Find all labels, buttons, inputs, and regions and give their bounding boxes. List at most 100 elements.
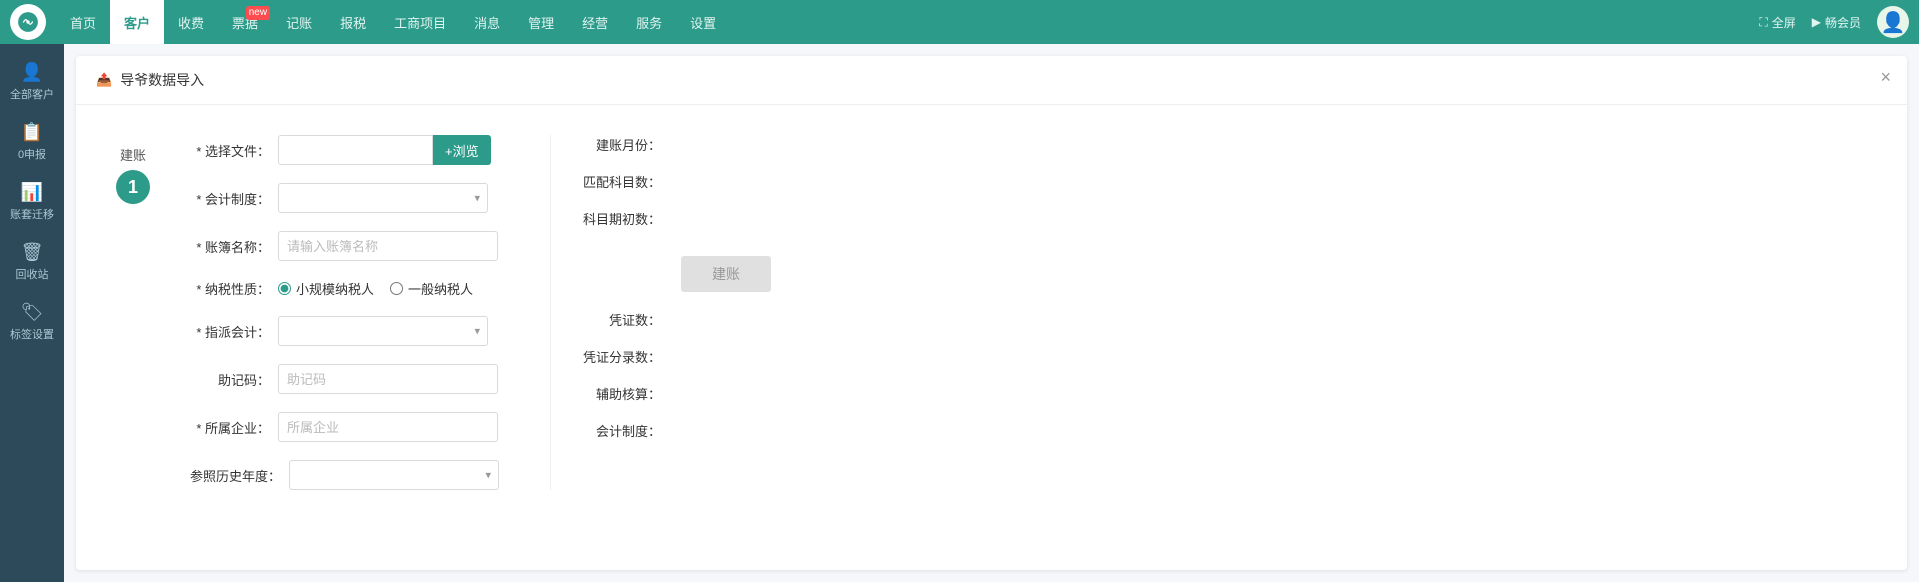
form-col-left: * 选择文件： +浏览 * 会计制度： (190, 135, 530, 490)
browse-button[interactable]: +浏览 (433, 135, 491, 165)
sidebar-item-label: 回收站 (16, 266, 49, 282)
sidebar-item-recycle[interactable]: 🗑 回收站 (0, 232, 64, 292)
dialog-header: 📤 导爷数据导入 (76, 56, 1907, 105)
accounting-system2-row: 会计制度： (571, 421, 771, 440)
assign-accountant-label: * 指派会计： (190, 322, 270, 341)
nav-services[interactable]: 服务 (622, 0, 676, 44)
tax-small-radio[interactable] (278, 282, 291, 295)
fullscreen-button[interactable]: ⛶ 全屏 (1759, 14, 1795, 31)
form-area: 建账 1 * 选择文件： +浏览 * 会计制度： (76, 105, 1907, 520)
assign-accountant-row: * 指派会计： (190, 316, 530, 346)
accounting-system-row: * 会计制度： (190, 183, 530, 213)
ref-history-row: 参照历史年度： (190, 460, 530, 490)
assistant-code-row: 助记码： (190, 364, 530, 394)
member-button[interactable]: ▶ 畅会员 (1812, 14, 1861, 31)
file-input-group: +浏览 (278, 135, 491, 165)
col-divider (550, 135, 551, 490)
sidebar-item-label: 标签设置 (10, 326, 54, 342)
dialog-close-button[interactable]: × (1880, 68, 1891, 86)
tax-general-label[interactable]: 一般纳税人 (390, 279, 473, 298)
accounting-system-label: * 会计制度： (190, 189, 270, 208)
nav-bookkeeping[interactable]: 记账 (272, 0, 326, 44)
assign-accountant-select[interactable] (278, 316, 488, 346)
nav-customers[interactable]: 客户 (110, 0, 164, 44)
sidebar-item-tags[interactable]: 🏷 标签设置 (0, 292, 64, 352)
step-label: 建账 (120, 145, 146, 164)
sidebar-item-all-customers[interactable]: 👤 全部客户 (0, 52, 64, 112)
accounting-system-wrapper (278, 183, 488, 213)
nav-right: ⛶ 全屏 ▶ 畅会员 👤 (1759, 6, 1909, 38)
member-icon: ▶ (1812, 15, 1821, 29)
nav-management[interactable]: 管理 (514, 0, 568, 44)
tax-type-radio-group: 小规模纳税人 一般纳税人 (278, 279, 473, 298)
sidebar-item-label: 账套迁移 (10, 206, 54, 222)
accounting-system2-label: 会计制度： (571, 421, 661, 440)
build-month-row: 建账月份： (571, 135, 771, 154)
assign-accountant-wrapper (278, 316, 488, 346)
voucher-entries-label: 凭证分录数： (571, 347, 661, 366)
ledger-name-input[interactable] (278, 231, 498, 261)
main-content: 📤 导爷数据导入 × 建账 1 * 选择文件： (64, 44, 1919, 582)
sidebar-item-label: 0申报 (18, 146, 46, 162)
tax-general-radio[interactable] (390, 282, 403, 295)
affiliated-company-row: * 所属企业： (190, 412, 530, 442)
build-month-label: 建账月份： (571, 135, 661, 154)
ref-history-label: 参照历史年度： (190, 466, 281, 485)
voucher-count-label: 凭证数： (571, 310, 661, 329)
recycle-icon: 🗑 (21, 242, 44, 263)
assistant-code-label: 助记码： (190, 370, 270, 389)
tax-type-label: * 纳税性质： (190, 279, 270, 298)
ledger-name-row: * 账簿名称： (190, 231, 530, 261)
subject-initial-row: 科目期初数： (571, 209, 771, 228)
step-indicator: 建账 1 (116, 135, 150, 490)
migration-icon: 📊 (21, 182, 43, 203)
import-icon: 📤 (96, 72, 112, 88)
subject-initial-label: 科目期初数： (571, 209, 661, 228)
sidebar-item-account-migration[interactable]: 📊 账套迁移 (0, 172, 64, 232)
nav-messages[interactable]: 消息 (460, 0, 514, 44)
voucher-count-row: 凭证数： (571, 310, 771, 329)
accounting-system-select[interactable] (278, 183, 488, 213)
build-btn-area: 建账 (631, 256, 771, 292)
nav-home[interactable]: 首页 (56, 0, 110, 44)
nav-operations[interactable]: 经营 (568, 0, 622, 44)
fullscreen-icon: ⛶ (1759, 15, 1767, 30)
step-circle: 1 (116, 170, 150, 204)
tax-small-label[interactable]: 小规模纳税人 (278, 279, 374, 298)
nav-settings[interactable]: 设置 (676, 0, 730, 44)
sidebar-item-zero-declaration[interactable]: 📋 0申报 (0, 112, 64, 172)
dialog-title: 导爷数据导入 (120, 70, 204, 90)
tax-general-text: 一般纳税人 (408, 279, 473, 298)
match-subjects-row: 匹配科目数： (571, 172, 771, 191)
sidebar: 👤 全部客户 📋 0申报 📊 账套迁移 🗑 回收站 🏷 标签设置 (0, 44, 64, 582)
nav-business[interactable]: 工商项目 (380, 0, 460, 44)
sidebar-item-label: 全部客户 (10, 86, 54, 102)
declaration-icon: 📋 (21, 122, 43, 143)
ref-history-wrapper (289, 460, 499, 490)
file-row: * 选择文件： +浏览 (190, 135, 530, 165)
dialog-card: 📤 导爷数据导入 × 建账 1 * 选择文件： (76, 56, 1907, 570)
nav-tax[interactable]: 报税 (326, 0, 380, 44)
voucher-entries-row: 凭证分录数： (571, 347, 771, 366)
affiliated-company-label: * 所属企业： (190, 418, 270, 437)
main-layout: 👤 全部客户 📋 0申报 📊 账套迁移 🗑 回收站 🏷 标签设置 📤 导爷数据导… (0, 44, 1919, 582)
form-col-right: 建账月份： 匹配科目数： 科目期初数： 建账 凭证数： (571, 135, 771, 490)
file-label: * 选择文件： (190, 141, 270, 160)
auxiliary-label: 辅助核算： (571, 384, 661, 403)
nav-billing[interactable]: 收费 (164, 0, 218, 44)
build-account-button[interactable]: 建账 (681, 256, 771, 292)
match-subjects-label: 匹配科目数： (571, 172, 661, 191)
nav-items: 首页 客户 收费 票据 new 记账 报税 工商项目 消息 管理 经营 服务 设… (56, 0, 1759, 44)
nav-invoices[interactable]: 票据 new (218, 0, 272, 44)
affiliated-company-input[interactable] (278, 412, 498, 442)
tax-type-row: * 纳税性质： 小规模纳税人 一般纳税人 (190, 279, 530, 298)
tax-small-text: 小规模纳税人 (296, 279, 374, 298)
auxiliary-row: 辅助核算： (571, 384, 771, 403)
ref-history-select[interactable] (289, 460, 499, 490)
file-input[interactable] (278, 135, 433, 165)
logo[interactable] (10, 4, 46, 40)
top-navigation: 首页 客户 收费 票据 new 记账 报税 工商项目 消息 管理 经营 服务 设… (0, 0, 1919, 44)
assistant-code-input[interactable] (278, 364, 498, 394)
new-badge: new (246, 6, 270, 20)
user-avatar[interactable]: 👤 (1877, 6, 1909, 38)
